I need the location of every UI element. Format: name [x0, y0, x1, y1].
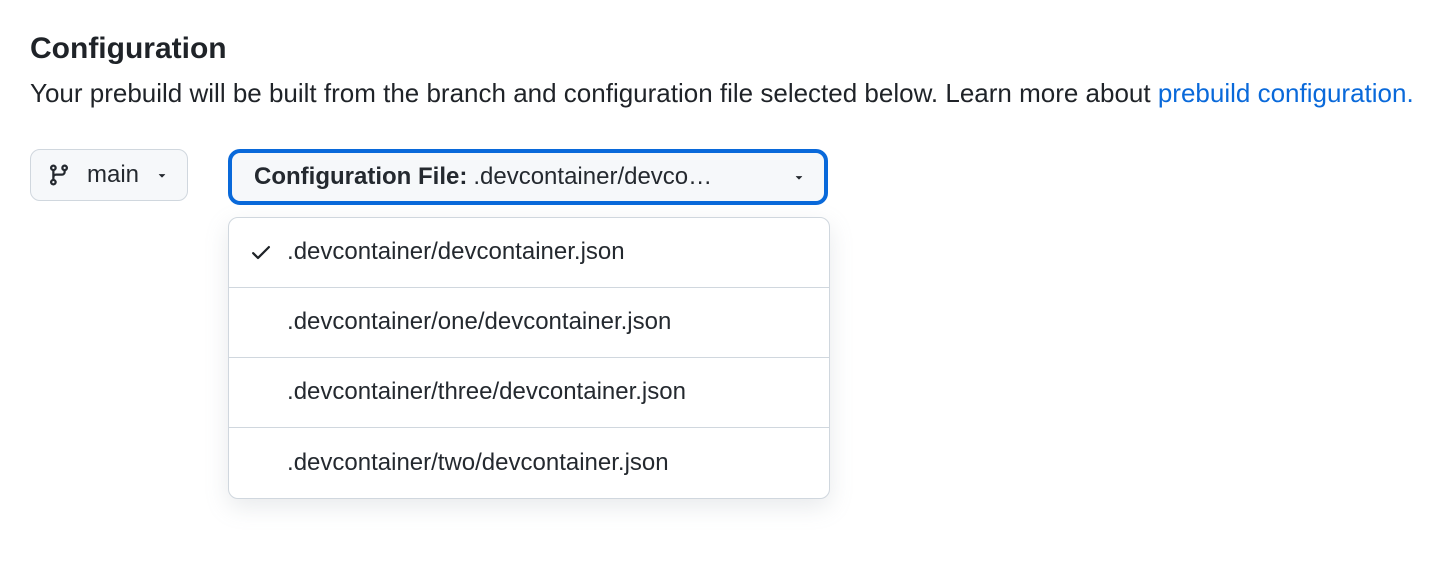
triangle-down-icon	[792, 163, 806, 191]
triangle-down-icon	[155, 168, 169, 182]
dropdown-item[interactable]: .devcontainer/devcontainer.json	[229, 218, 829, 288]
dropdown-item-label: .devcontainer/two/devcontainer.json	[287, 449, 809, 477]
branch-selector-button[interactable]: main	[30, 149, 188, 201]
dropdown-item[interactable]: .devcontainer/one/devcontainer.json	[229, 288, 829, 358]
git-branch-icon	[47, 163, 71, 187]
config-file-value: .devcontainer/devco…	[473, 163, 712, 191]
configuration-file-dropdown: .devcontainer/devcontainer.json .devcont…	[228, 217, 830, 499]
description-text: Your prebuild will be built from the bra…	[30, 78, 1158, 108]
configuration-heading: Configuration	[30, 30, 1414, 68]
config-file-wrapper: Configuration File: .devcontainer/devco…	[228, 149, 828, 205]
prebuild-configuration-link[interactable]: prebuild configuration.	[1158, 78, 1414, 108]
configuration-file-button[interactable]: Configuration File: .devcontainer/devco…	[228, 149, 828, 205]
check-icon	[249, 240, 287, 264]
configuration-description: Your prebuild will be built from the bra…	[30, 74, 1414, 113]
branch-label: main	[87, 161, 139, 189]
dropdown-item-label: .devcontainer/devcontainer.json	[287, 238, 809, 266]
config-file-prefix: Configuration File:	[254, 163, 467, 191]
dropdown-item[interactable]: .devcontainer/three/devcontainer.json	[229, 358, 829, 428]
controls-row: main Configuration File: .devcontainer/d…	[30, 149, 1414, 205]
dropdown-item-label: .devcontainer/one/devcontainer.json	[287, 308, 809, 336]
dropdown-item[interactable]: .devcontainer/two/devcontainer.json	[229, 428, 829, 498]
dropdown-item-label: .devcontainer/three/devcontainer.json	[287, 378, 809, 406]
